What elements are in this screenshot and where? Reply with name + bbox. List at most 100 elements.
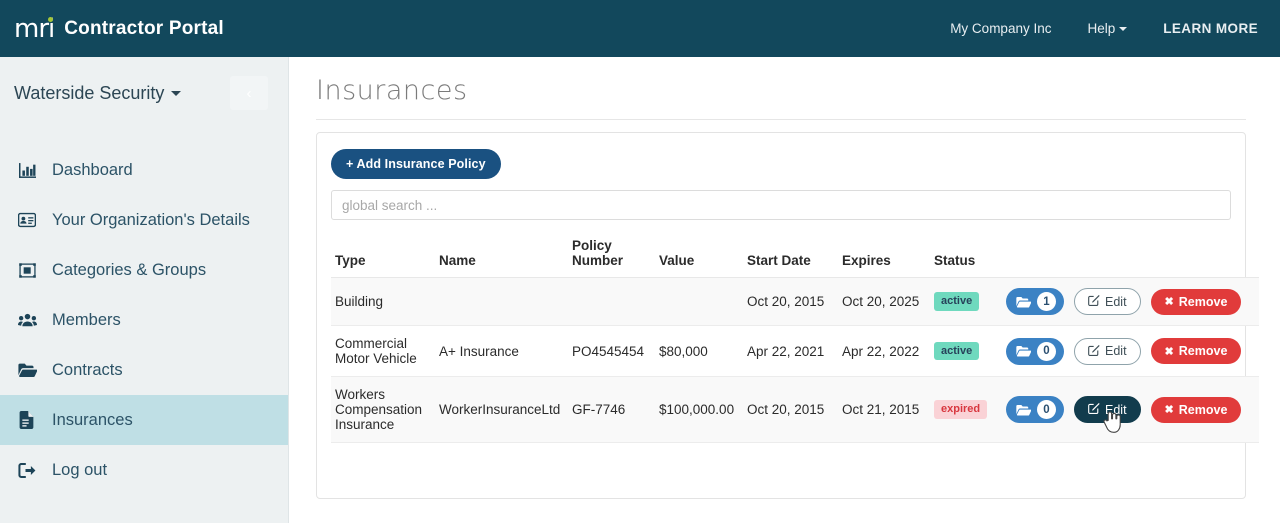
top-nav-links: My Company Inc Help LEARN MORE	[932, 13, 1262, 44]
add-insurance-policy-button[interactable]: + Add Insurance Policy	[331, 149, 501, 179]
mri-logo-icon: mri	[14, 16, 54, 42]
sidebar-item-organization-details[interactable]: Your Organization's Details	[0, 195, 288, 245]
column-header-policy-number[interactable]: Policy Number	[568, 232, 655, 278]
cell-status: expired	[930, 377, 1002, 443]
cell-expires: Oct 20, 2025	[838, 278, 930, 326]
sidebar-item-contracts[interactable]: Contracts	[0, 345, 288, 395]
sign-out-icon	[15, 462, 39, 479]
documents-count: 0	[1037, 400, 1056, 419]
sidebar-nav: Dashboard Your Organization's Details Ca…	[0, 145, 288, 495]
folder-open-icon	[1016, 345, 1031, 357]
users-icon	[15, 312, 39, 329]
cell-expires: Apr 22, 2022	[838, 326, 930, 377]
sidebar-item-label: Dashboard	[52, 161, 133, 180]
cell-expires: Oct 21, 2015	[838, 377, 930, 443]
sidebar-collapse-button[interactable]: ‹	[230, 76, 268, 110]
documents-count-button[interactable]: 0	[1006, 396, 1064, 423]
table-header-row: Type Name Policy Number Value Start Date…	[331, 232, 1259, 278]
insurances-card: + Add Insurance Policy Type Name Policy …	[316, 132, 1246, 499]
documents-count: 1	[1037, 292, 1056, 311]
edit-button[interactable]: Edit	[1074, 288, 1141, 315]
edit-label: Edit	[1105, 403, 1127, 417]
column-header-expires[interactable]: Expires	[838, 232, 930, 278]
cell-name: A+ Insurance	[435, 326, 568, 377]
search-row	[331, 190, 1231, 220]
edit-button[interactable]: Edit	[1074, 338, 1141, 365]
close-icon: ✖	[1165, 295, 1174, 308]
remove-button[interactable]: ✖ Remove	[1151, 289, 1242, 315]
sidebar-item-logout[interactable]: Log out	[0, 445, 288, 495]
column-header-type[interactable]: Type	[331, 232, 435, 278]
sidebar-item-label: Categories & Groups	[52, 261, 206, 280]
cell-start-date: Apr 22, 2021	[743, 326, 838, 377]
pencil-square-icon	[1088, 402, 1100, 417]
sidebar: Waterside Security ‹ Dashboard Your Orga…	[0, 57, 289, 523]
edit-label: Edit	[1105, 295, 1127, 309]
edit-label: Edit	[1105, 344, 1127, 358]
title-divider	[316, 119, 1246, 120]
bar-chart-icon	[15, 162, 39, 179]
id-card-icon	[15, 211, 39, 229]
close-icon: ✖	[1165, 345, 1174, 358]
cell-policy-number: PO4545454	[568, 326, 655, 377]
help-menu[interactable]: Help	[1069, 13, 1145, 44]
column-header-status[interactable]: Status	[930, 232, 1002, 278]
edit-button[interactable]: Edit	[1074, 396, 1141, 423]
org-selector-row: Waterside Security ‹	[0, 57, 288, 113]
chevron-down-icon	[171, 91, 181, 96]
top-navigation-bar: mri Contractor Portal My Company Inc Hel…	[0, 0, 1280, 57]
table-row: Commercial Motor Vehicle A+ Insurance PO…	[331, 326, 1259, 377]
column-header-actions	[1002, 232, 1259, 278]
documents-count-button[interactable]: 1	[1006, 288, 1064, 315]
sidebar-item-members[interactable]: Members	[0, 295, 288, 345]
documents-count-button[interactable]: 0	[1006, 338, 1064, 365]
table-row: Workers Compensation Insurance WorkerIns…	[331, 377, 1259, 443]
help-label: Help	[1087, 21, 1115, 36]
column-header-name[interactable]: Name	[435, 232, 568, 278]
cell-actions: 0 Edit ✖ Remove	[1002, 326, 1259, 377]
learn-more-link[interactable]: LEARN MORE	[1145, 13, 1262, 44]
remove-button[interactable]: ✖ Remove	[1151, 338, 1242, 364]
remove-label: Remove	[1179, 344, 1228, 358]
cell-policy-number	[568, 278, 655, 326]
pencil-square-icon	[1088, 344, 1100, 359]
sidebar-item-label: Members	[52, 311, 121, 330]
column-header-value[interactable]: Value	[655, 232, 743, 278]
table-header: Type Name Policy Number Value Start Date…	[331, 232, 1259, 278]
org-selector[interactable]: Waterside Security	[14, 83, 181, 104]
cell-name: WorkerInsuranceLtd	[435, 377, 568, 443]
table-row: Building Oct 20, 2015 Oct 20, 2025 activ…	[331, 278, 1259, 326]
status-badge: active	[934, 342, 979, 360]
row-actions: 0 Edit ✖ Remove	[1006, 396, 1255, 423]
cell-actions: 0 Edit ✖ Remove	[1002, 377, 1259, 443]
sidebar-item-insurances[interactable]: Insurances	[0, 395, 288, 445]
file-document-icon	[15, 411, 39, 429]
cell-start-date: Oct 20, 2015	[743, 278, 838, 326]
remove-label: Remove	[1179, 295, 1228, 309]
column-header-start-date[interactable]: Start Date	[743, 232, 838, 278]
row-actions: 1 Edit ✖ Remove	[1006, 288, 1255, 315]
sidebar-item-label: Your Organization's Details	[52, 211, 250, 230]
folder-open-icon	[1016, 296, 1031, 308]
cell-value	[655, 278, 743, 326]
chevron-down-icon	[1119, 27, 1127, 31]
cell-value: $100,000.00	[655, 377, 743, 443]
cell-type: Building	[331, 278, 435, 326]
sidebar-item-label: Insurances	[52, 411, 133, 430]
sidebar-item-dashboard[interactable]: Dashboard	[0, 145, 288, 195]
sidebar-item-categories-groups[interactable]: Categories & Groups	[0, 245, 288, 295]
status-badge: active	[934, 292, 979, 310]
cell-start-date: Oct 20, 2015	[743, 377, 838, 443]
global-search-input[interactable]	[331, 190, 1231, 220]
remove-button[interactable]: ✖ Remove	[1151, 397, 1242, 423]
brand[interactable]: mri Contractor Portal	[14, 16, 224, 42]
object-group-icon	[15, 262, 39, 279]
close-icon: ✖	[1165, 403, 1174, 416]
sidebar-item-label: Log out	[52, 461, 107, 480]
page-title: Insurances	[316, 75, 1246, 106]
cell-value: $80,000	[655, 326, 743, 377]
logo-accent-dot	[48, 17, 53, 22]
company-menu[interactable]: My Company Inc	[932, 13, 1069, 44]
status-badge: expired	[934, 400, 987, 418]
cell-type: Workers Compensation Insurance	[331, 377, 435, 443]
